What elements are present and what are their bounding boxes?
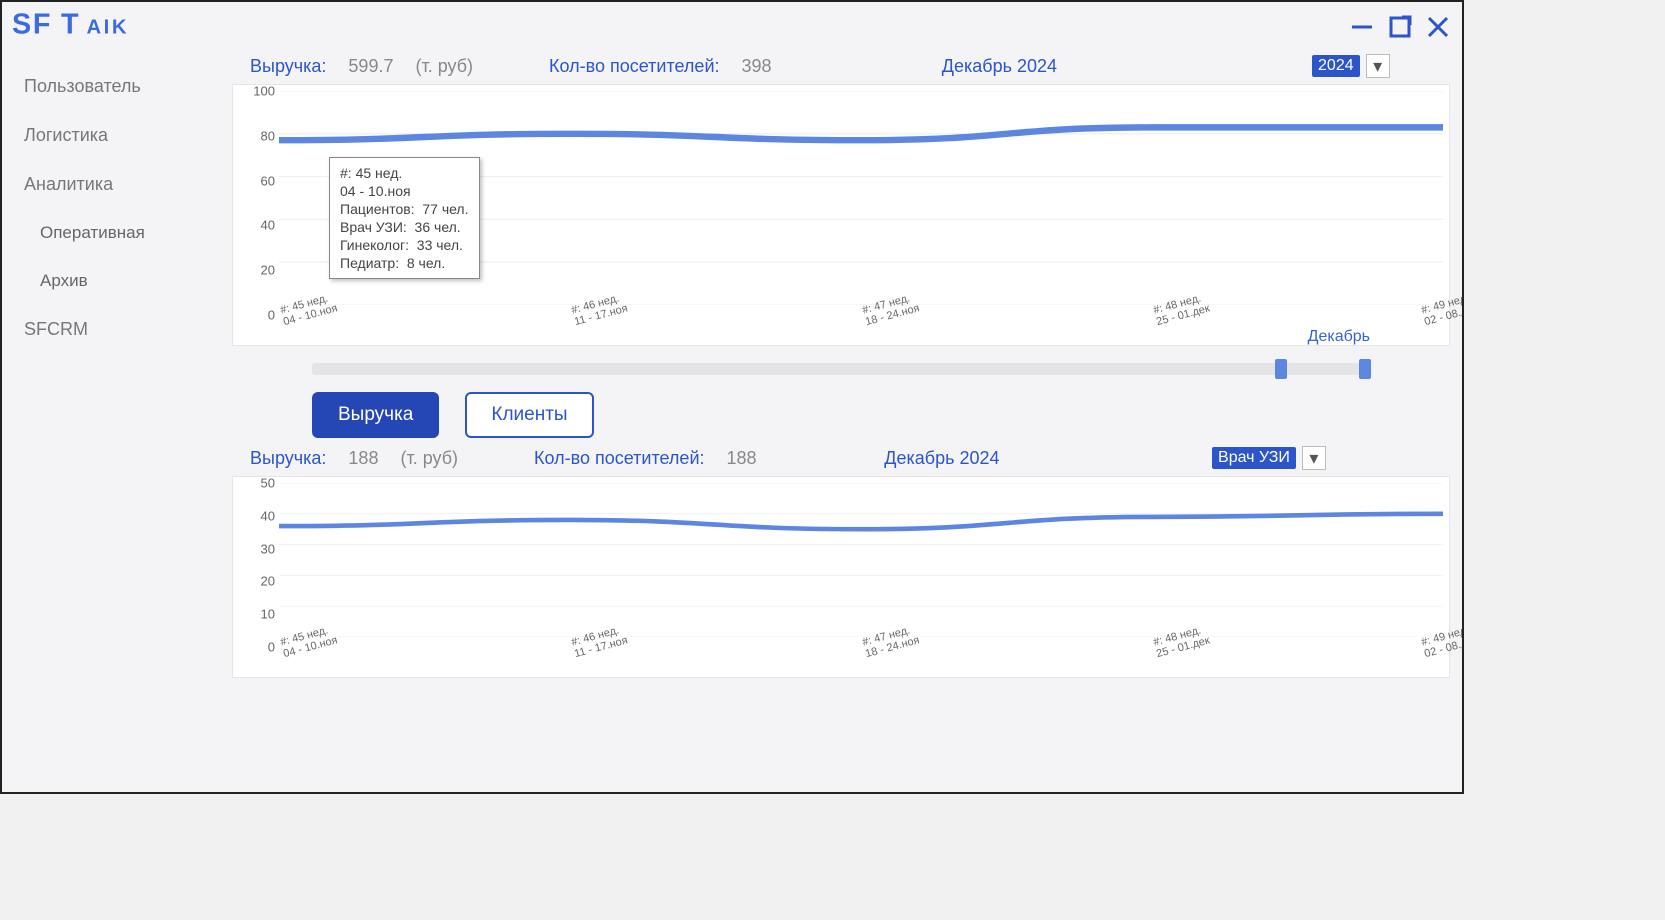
svg-text:T: T — [61, 8, 80, 40]
y-tick: 60 — [261, 173, 275, 188]
minimize-icon[interactable] — [1348, 13, 1376, 41]
y-tick: 0 — [268, 308, 275, 323]
revenue-label: Выручка: — [250, 56, 326, 77]
visitors-label: Кол-во посетителей: — [549, 56, 719, 77]
visitors-label-2: Кол-во посетителей: — [534, 448, 704, 469]
y-tick: 20 — [261, 263, 275, 278]
doctor-select[interactable]: Врач УЗИ ▾ — [1212, 446, 1432, 470]
period-label-2: Декабрь 2024 — [884, 448, 1084, 469]
chart2-plot[interactable] — [279, 483, 1443, 637]
app-window: SF T AIK Пользователь Логистика Аналитик… — [0, 0, 1464, 794]
view-tabs: Выручка Клиенты — [312, 392, 1450, 438]
visitors-value: 398 — [742, 56, 772, 77]
chart1-x-axis: #: 45 нед. 04 - 10.ноя #: 46 нед. 11 - 1… — [279, 305, 1443, 345]
year-select[interactable]: 2024 ▾ — [1312, 54, 1432, 78]
y-tick: 80 — [261, 128, 275, 143]
y-tick: 100 — [253, 84, 275, 99]
sidebar-item-user[interactable]: Пользователь — [2, 62, 232, 111]
visitors-value-2: 188 — [727, 448, 757, 469]
svg-text:SF: SF — [12, 8, 52, 40]
svg-text:AIK: AIK — [86, 16, 129, 38]
chevron-down-icon[interactable]: ▾ — [1366, 54, 1390, 78]
window-controls — [1348, 13, 1452, 41]
y-tick: 20 — [261, 574, 275, 589]
tab-clients[interactable]: Клиенты — [465, 392, 593, 438]
chevron-down-icon[interactable]: ▾ — [1302, 446, 1326, 470]
sidebar-item-operational[interactable]: Оперативная — [2, 209, 232, 257]
y-tick: 10 — [261, 607, 275, 622]
tab-revenue[interactable]: Выручка — [312, 392, 439, 438]
chart2-y-axis: 0 10 20 30 40 50 — [233, 483, 279, 647]
y-tick: 30 — [261, 541, 275, 556]
revenue-value-2: 188 — [348, 448, 378, 469]
chart-doctor: 0 10 20 30 40 50 — [232, 476, 1450, 678]
timeline-handle-end[interactable] — [1359, 359, 1371, 379]
main-panel: Выручка: 599.7 (т. руб) Кол-во посетител… — [232, 52, 1462, 792]
bottom-stats-row: Выручка: 188 (т. руб) Кол-во посетителей… — [232, 444, 1450, 474]
doctor-select-value[interactable]: Врач УЗИ — [1212, 447, 1296, 469]
y-tick: 40 — [261, 508, 275, 523]
chart-tooltip: #: 45 нед. 04 - 10.ноя Пациентов: 77 чел… — [329, 157, 480, 279]
sidebar: Пользователь Логистика Аналитика Операти… — [2, 52, 232, 792]
app-logo: SF T AIK — [12, 7, 232, 48]
timeline-track[interactable] — [312, 363, 1370, 375]
timeline-slider[interactable] — [312, 354, 1370, 384]
chart-visitors: 0 20 40 60 80 100 — [232, 84, 1450, 346]
y-tick: 40 — [261, 218, 275, 233]
revenue-unit-2: (т. руб) — [400, 448, 458, 469]
revenue-value: 599.7 — [348, 56, 393, 77]
chart2-x-axis: #: 45 нед. 04 - 10.ноя #: 46 нед. 11 - 1… — [279, 637, 1443, 677]
sidebar-item-archive[interactable]: Архив — [2, 257, 232, 305]
maximize-icon[interactable] — [1386, 13, 1414, 41]
period-label: Декабрь 2024 — [942, 56, 1142, 77]
revenue-unit: (т. руб) — [415, 56, 473, 77]
sidebar-item-analytics[interactable]: Аналитика — [2, 160, 232, 209]
y-tick: 0 — [268, 640, 275, 655]
top-stats-row: Выручка: 599.7 (т. руб) Кол-во посетител… — [232, 52, 1450, 82]
chart1-y-axis: 0 20 40 60 80 100 — [233, 91, 279, 315]
timeline-handle-start[interactable] — [1275, 359, 1287, 379]
y-tick: 50 — [261, 476, 275, 491]
revenue-label-2: Выручка: — [250, 448, 326, 469]
sidebar-item-logistics[interactable]: Логистика — [2, 111, 232, 160]
timeline-month-label: Декабрь — [1308, 328, 1370, 346]
year-select-value[interactable]: 2024 — [1312, 55, 1360, 77]
close-icon[interactable] — [1424, 13, 1452, 41]
titlebar: SF T AIK — [2, 2, 1462, 52]
sidebar-item-sfcrm[interactable]: SFCRM — [2, 305, 232, 354]
